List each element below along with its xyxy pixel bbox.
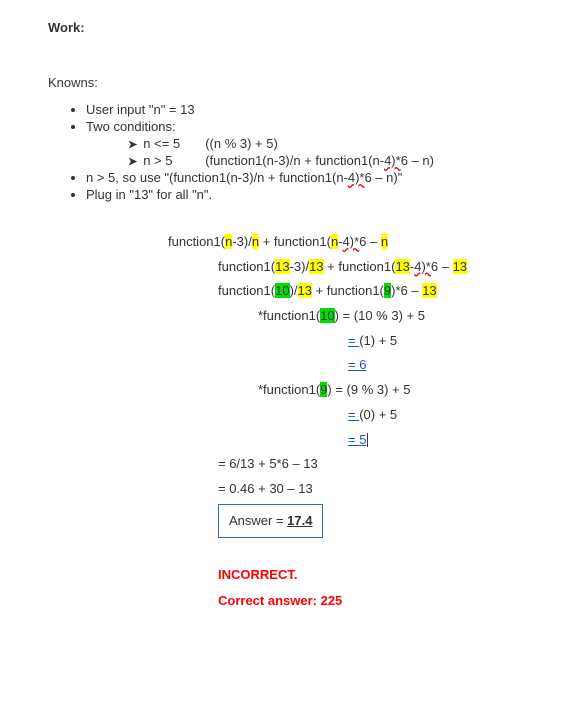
t: 6: [359, 357, 366, 372]
cond-expr: (function1(n-3)/n + function1(n-4)*6 – n…: [205, 153, 434, 168]
work-line-8: = (0) + 5: [348, 403, 575, 428]
cond-test: n > 5: [143, 153, 199, 168]
wavy-text: 4)*: [348, 170, 365, 185]
t: )/: [290, 283, 298, 298]
answer-value: 17.4: [287, 513, 312, 528]
t: 6 –: [431, 259, 453, 274]
hl-13: 13: [395, 259, 409, 274]
derivation-block: function1(n-3)/n + function1(n-4)*6 – n …: [168, 230, 575, 614]
knowns-list-2: n > 5, so use "(function1(n-3)/n + funct…: [86, 170, 575, 202]
t: ) = (9 % 3) + 5: [327, 382, 410, 397]
t: + function1(: [312, 283, 384, 298]
condition-row-1: ➤ n <= 5 ((n % 3) + 5): [128, 136, 575, 151]
text-cursor-icon: [367, 433, 368, 447]
value-n: 13: [180, 102, 194, 117]
t: -3)/: [232, 234, 252, 249]
work-line-11: = 0.46 + 30 – 13: [218, 477, 575, 502]
eq-icon: =: [348, 432, 359, 447]
cond-test: n <= 5: [143, 136, 199, 151]
t: 6 –: [359, 234, 381, 249]
t: -3)/: [290, 259, 310, 274]
eq-icon: =: [348, 333, 359, 348]
knowns-label: Knowns:: [48, 75, 575, 90]
verdict-block: INCORRECT. Correct answer: 225: [218, 562, 575, 614]
t: )*: [391, 283, 400, 298]
t: 6 –: [401, 283, 423, 298]
hl-n: n: [381, 234, 388, 249]
arrow-icon: ➤: [128, 138, 137, 151]
t: function1(: [218, 259, 275, 274]
hl-13: 13: [453, 259, 467, 274]
t: + function1(: [324, 259, 396, 274]
conditions-block: ➤ n <= 5 ((n % 3) + 5) ➤ n > 5 (function…: [128, 136, 575, 168]
t: (1) + 5: [359, 333, 397, 348]
hl-n: n: [252, 234, 259, 249]
eq-icon: =: [348, 357, 359, 372]
t: *function1(: [258, 382, 320, 397]
text: User input "n" =: [86, 102, 180, 117]
work-line-3: function1(10)/13 + function1(9)*6 – 13: [218, 279, 575, 304]
work-line-7: *function1(9) = (9 % 3) + 5: [258, 378, 575, 403]
wavy-text: 4)*: [343, 234, 360, 249]
t: (0) + 5: [359, 407, 397, 422]
hl-10: 10: [275, 283, 289, 298]
page: Work: Knowns: User input "n" = 13 Two co…: [0, 0, 575, 644]
t: ) = (10 % 3) + 5: [335, 308, 425, 323]
work-line-10: = 6/13 + 5*6 – 13: [218, 452, 575, 477]
verdict-correct: Correct answer: 225: [218, 588, 575, 614]
condition-row-2: ➤ n > 5 (function1(n-3)/n + function1(n-…: [128, 153, 575, 168]
verdict-status: INCORRECT.: [218, 562, 575, 588]
known-item-conditions: Two conditions:: [86, 119, 575, 134]
eq-icon: =: [348, 407, 359, 422]
work-line-9: = 5: [348, 428, 575, 453]
hl-13: 13: [275, 259, 289, 274]
t: function1(: [168, 234, 225, 249]
t: 5: [359, 432, 366, 447]
work-line-6: = 6: [348, 353, 575, 378]
cond-expr: ((n % 3) + 5): [205, 136, 278, 151]
work-line-1: function1(n-3)/n + function1(n-4)*6 – n: [168, 230, 575, 255]
text: 6 – n)": [365, 170, 403, 185]
wavy-text: 4)*: [384, 153, 401, 168]
t: + function1(: [259, 234, 331, 249]
known-item-chosen: n > 5, so use "(function1(n-3)/n + funct…: [86, 170, 575, 185]
t: function1(: [218, 283, 275, 298]
work-line-4: *function1(10) = (10 % 3) + 5: [258, 304, 575, 329]
work-line-5: = (1) + 5: [348, 329, 575, 354]
text: 6 – n): [401, 153, 434, 168]
wavy-text: 4)*: [414, 259, 431, 274]
answer-box: Answer = 17.4: [218, 504, 323, 539]
answer-label: Answer =: [229, 513, 287, 528]
hl-13: 13: [309, 259, 323, 274]
hl-13: 13: [298, 283, 312, 298]
knowns-list: User input "n" = 13 Two conditions:: [86, 102, 575, 134]
known-item-input: User input "n" = 13: [86, 102, 575, 117]
known-item-plug: Plug in "13" for all "n".: [86, 187, 575, 202]
work-line-2: function1(13-3)/13 + function1(13-4)*6 –…: [218, 255, 575, 280]
hl-13: 13: [422, 283, 436, 298]
text: n > 5, so use "(function1(n-3)/n + funct…: [86, 170, 348, 185]
hl-10: 10: [320, 308, 334, 323]
text: (function1(n-3)/n + function1(n-: [205, 153, 384, 168]
t: *function1(: [258, 308, 320, 323]
arrow-icon: ➤: [128, 155, 137, 168]
section-heading: Work:: [48, 20, 575, 35]
